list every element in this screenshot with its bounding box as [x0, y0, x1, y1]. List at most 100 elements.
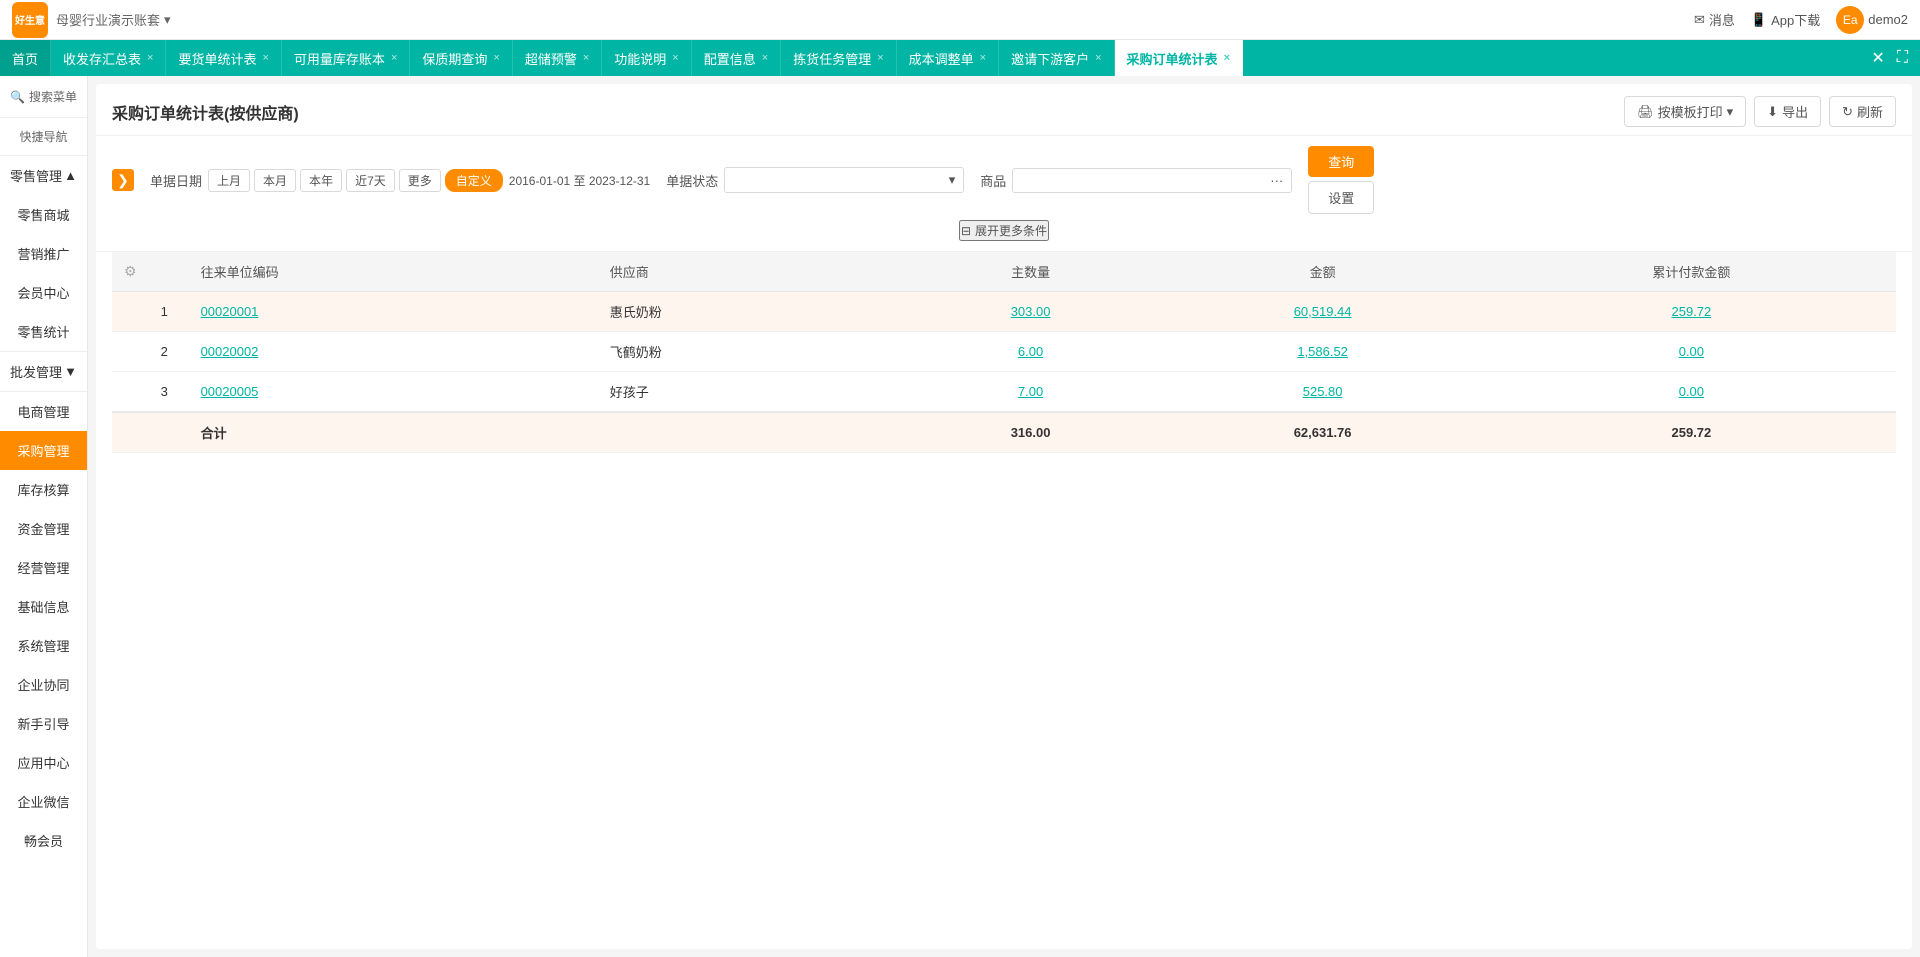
td-index-1: 1 — [149, 292, 189, 332]
td-code-1: 00020001 — [189, 292, 598, 332]
tab-order-stats-close[interactable]: × — [262, 52, 268, 64]
tab-function-desc-close[interactable]: × — [672, 52, 678, 64]
refresh-btn[interactable]: ↻ 刷新 — [1829, 96, 1896, 127]
goods-input[interactable]: ··· — [1012, 168, 1292, 193]
sidebar-item-wholesale-manage[interactable]: 批发管理 ▼ — [0, 352, 87, 391]
template-print-btn[interactable]: 🖨 按模板打印 ▾ — [1624, 96, 1746, 127]
filter-toggle-btn[interactable]: ❯ — [112, 169, 134, 191]
tab-order-stats[interactable]: 要货单统计表 × — [166, 40, 281, 76]
sidebar-item-purchase-manage[interactable]: 采购管理 — [0, 431, 87, 470]
amount-link-1[interactable]: 60,519.44 — [1294, 304, 1352, 319]
tab-config-close[interactable]: × — [762, 52, 768, 64]
paid-link-3[interactable]: 0.00 — [1679, 384, 1704, 399]
expand-more-btn[interactable]: ⊟ 展开更多条件 — [959, 220, 1049, 241]
date-btn-this-month[interactable]: 本月 — [254, 169, 296, 192]
tab-fullscreen-btn[interactable]: ⛶ — [1893, 47, 1912, 69]
sidebar-item-member-center[interactable]: 会员中心 — [0, 273, 87, 312]
avatar: Ea — [1836, 6, 1864, 34]
sidebar-item-retail-manage[interactable]: 零售管理 ▲ — [0, 156, 87, 195]
supplier-code-link-1[interactable]: 00020001 — [201, 304, 259, 319]
tab-close-all-btn[interactable]: ✕ — [1867, 46, 1888, 70]
paid-link-1[interactable]: 259.72 — [1672, 304, 1712, 319]
tab-warranty[interactable]: 保质期查询 × — [410, 40, 512, 76]
tab-pick-task-close[interactable]: × — [877, 52, 883, 64]
sidebar-item-basic-info[interactable]: 基础信息 — [0, 587, 87, 626]
tab-cost-adjust-close[interactable]: × — [980, 52, 986, 64]
query-btn[interactable]: 查询 — [1308, 146, 1374, 177]
sidebar-item-new-guide[interactable]: 新手引导 — [0, 704, 87, 743]
sidebar-item-system-manage[interactable]: 系统管理 — [0, 626, 87, 665]
goods-input-more: ··· — [1270, 173, 1283, 188]
paid-link-2[interactable]: 0.00 — [1679, 344, 1704, 359]
user-area[interactable]: Ea demo2 — [1836, 6, 1908, 34]
sidebar-item-enterprise-collab[interactable]: 企业协同 — [0, 665, 87, 704]
tab-overstock-close[interactable]: × — [583, 52, 589, 64]
date-btn-custom[interactable]: 自定义 — [445, 169, 503, 192]
export-icon: ⬇ — [1767, 104, 1778, 120]
quantity-link-1[interactable]: 303.00 — [1011, 304, 1051, 319]
sidebar-item-enterprise-wechat[interactable]: 企业微信 — [0, 782, 87, 821]
sidebar-item-finance[interactable]: 资金管理 — [0, 509, 87, 548]
tab-home[interactable]: 首页 — [0, 40, 51, 76]
export-btn[interactable]: ⬇ 导出 — [1754, 96, 1821, 127]
td-amount-3: 525.80 — [1158, 372, 1486, 413]
sidebar-item-app-center[interactable]: 应用中心 — [0, 743, 87, 782]
tab-available-inventory[interactable]: 可用量库存账本 × — [282, 40, 410, 76]
tab-overstock[interactable]: 超储预警 × — [513, 40, 602, 76]
quick-nav-btn[interactable]: 快捷导航 — [0, 122, 87, 151]
gear-settings-icon[interactable]: ⚙ — [124, 263, 137, 279]
sidebar-item-retail-mall[interactable]: 零售商城 — [0, 195, 87, 234]
tab-invite-customer[interactable]: 邀请下游客户 × — [999, 40, 1114, 76]
supplier-code-link-3[interactable]: 00020005 — [201, 384, 259, 399]
sidebar-item-inventory-check[interactable]: 库存核算 — [0, 470, 87, 509]
td-code-3: 00020005 — [189, 372, 598, 413]
filter-date-item: 单据日期 上月 本月 本年 近7天 更多 自定义 2016-01-01 至 20… — [150, 169, 650, 192]
date-btn-this-year[interactable]: 本年 — [300, 169, 342, 192]
sidebar-item-member[interactable]: 畅会员 — [0, 821, 87, 860]
filter-row-1: ❯ 单据日期 上月 本月 本年 近7天 更多 自定义 2016-01-01 至 … — [112, 146, 1896, 214]
status-select[interactable]: ▾ — [724, 167, 964, 193]
tab-pick-task[interactable]: 拣货任务管理 × — [781, 40, 896, 76]
message-icon: ✉ — [1694, 12, 1705, 28]
sidebar-item-ecommerce[interactable]: 电商管理 — [0, 392, 87, 431]
logo-icon: 好生意 — [12, 2, 48, 38]
tab-collect-pay-close[interactable]: × — [147, 52, 153, 64]
td-footer-amount: 62,631.76 — [1158, 412, 1486, 453]
workspace-selector[interactable]: 母婴行业演示账套 ▾ — [56, 10, 171, 29]
th-index — [149, 252, 189, 292]
amount-link-3[interactable]: 525.80 — [1303, 384, 1343, 399]
sidebar-item-marketing[interactable]: 营销推广 — [0, 234, 87, 273]
tab-warranty-close[interactable]: × — [493, 52, 499, 64]
table-row: 3 00020005 好孩子 7.00 525.80 — [112, 372, 1896, 413]
sidebar: 🔍 搜索菜单 快捷导航 零售管理 ▲ 零售商城 营销推广 会员中心 零售统计 批… — [0, 76, 88, 957]
amount-link-2[interactable]: 1,586.52 — [1297, 344, 1348, 359]
tab-purchase-stats-close[interactable]: × — [1224, 52, 1230, 64]
message-btn[interactable]: ✉ 消息 — [1694, 10, 1735, 29]
filter-expand-row: ⊟ 展开更多条件 — [112, 220, 1896, 241]
tab-function-desc[interactable]: 功能说明 × — [602, 40, 691, 76]
top-right: ✉ 消息 📱 App下载 Ea demo2 — [1694, 6, 1908, 34]
quantity-link-2[interactable]: 6.00 — [1018, 344, 1043, 359]
settings-btn[interactable]: 设置 — [1308, 181, 1374, 214]
date-label: 单据日期 — [150, 171, 202, 190]
tab-cost-adjust[interactable]: 成本调整单 × — [897, 40, 999, 76]
filter-goods-item: 商品 ··· — [980, 168, 1292, 193]
tab-config[interactable]: 配置信息 × — [692, 40, 781, 76]
tab-collect-pay[interactable]: 收发存汇总表 × — [51, 40, 166, 76]
search-menu-btn[interactable]: 🔍 搜索菜单 — [8, 84, 79, 109]
date-btn-more[interactable]: 更多 — [399, 169, 441, 192]
sidebar-item-operation[interactable]: 经营管理 — [0, 548, 87, 587]
td-code-2: 00020002 — [189, 332, 598, 372]
sidebar-item-retail-stats[interactable]: 零售统计 — [0, 312, 87, 351]
tab-purchase-stats[interactable]: 采购订单统计表 × — [1115, 40, 1243, 76]
tab-available-inventory-close[interactable]: × — [391, 52, 397, 64]
th-paid-amount: 累计付款金额 — [1487, 252, 1896, 292]
tab-invite-customer-close[interactable]: × — [1095, 52, 1101, 64]
date-btn-last-month[interactable]: 上月 — [208, 169, 250, 192]
supplier-code-link-2[interactable]: 00020002 — [201, 344, 259, 359]
sidebar-search-area: 🔍 搜索菜单 — [0, 76, 87, 118]
th-supplier-code: 往来单位编码 — [189, 252, 598, 292]
date-btn-7days[interactable]: 近7天 — [346, 169, 395, 192]
app-download-btn[interactable]: 📱 App下载 — [1751, 10, 1820, 29]
quantity-link-3[interactable]: 7.00 — [1018, 384, 1043, 399]
